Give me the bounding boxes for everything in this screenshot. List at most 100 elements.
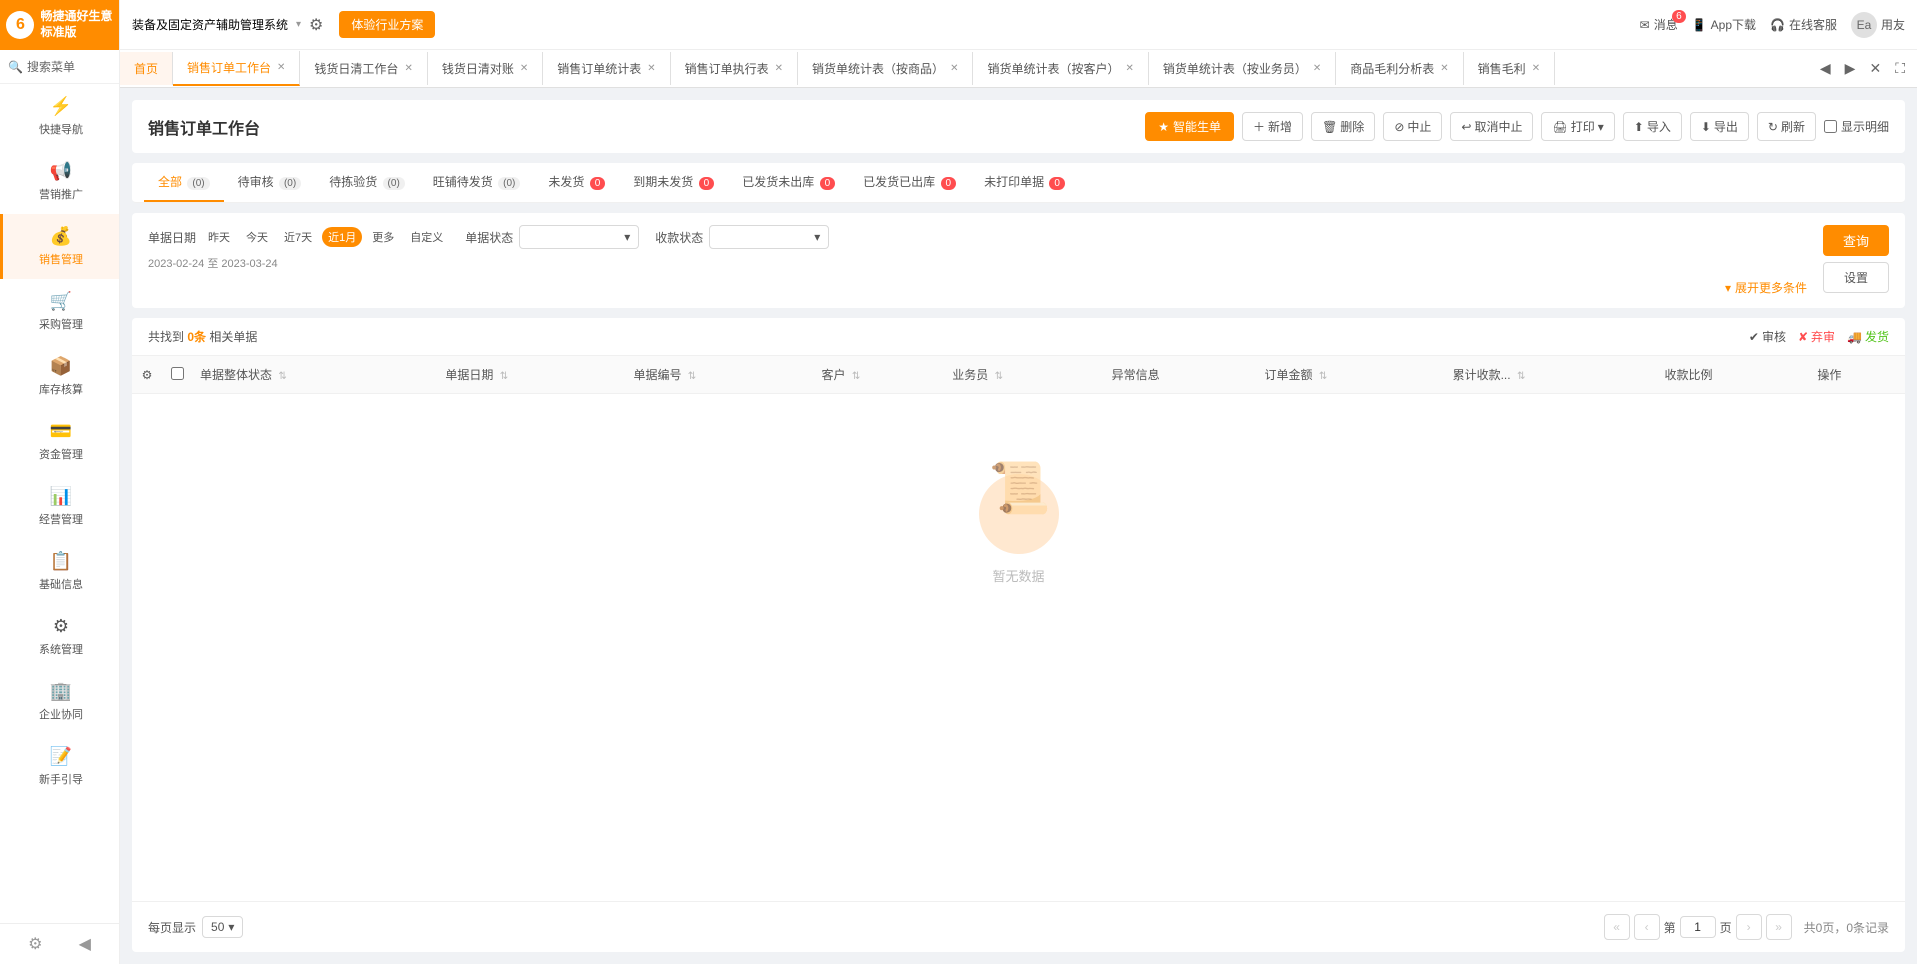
unreview-op-button[interactable]: ✘ 弃审	[1798, 328, 1835, 345]
tab-sales-order-stats[interactable]: 销售订单统计表 ✕	[543, 52, 670, 85]
solution-button[interactable]: 体验行业方案	[339, 11, 435, 38]
sidebar-item-sales[interactable]: 💰 销售管理	[0, 214, 119, 279]
tab-sales-order-execution[interactable]: 销售订单执行表 ✕	[671, 52, 798, 85]
tab-close-sales-stats-staff[interactable]: ✕	[1313, 63, 1321, 74]
topbar-gear-icon[interactable]: ⚙	[309, 15, 323, 35]
sub-tab-overdue-not-shipped[interactable]: 到期未发货 0	[619, 163, 728, 202]
tab-home[interactable]: 首页	[120, 52, 173, 85]
export-button[interactable]: ⬇ 导出	[1690, 112, 1749, 141]
sub-tab-shipped-not-out[interactable]: 已发货未出库 0	[728, 163, 849, 202]
review-op-button[interactable]: ✔ 审核	[1749, 328, 1786, 345]
refresh-button[interactable]: ↻ 刷新	[1757, 112, 1816, 141]
app-download-action[interactable]: 📱 App下载	[1692, 16, 1756, 33]
new-button[interactable]: ＋ 新增	[1242, 112, 1303, 141]
th-customer[interactable]: 客户 ⇅	[814, 356, 945, 394]
sidebar-item-inventory[interactable]: 📦 库存核算	[0, 344, 119, 409]
import-button[interactable]: ⬆ 导入	[1623, 112, 1682, 141]
first-page-button[interactable]: «	[1604, 914, 1630, 940]
smart-generate-button[interactable]: ★ 智能生单	[1145, 112, 1234, 141]
th-number[interactable]: 单据编号 ⇅	[625, 356, 813, 394]
collapse-icon[interactable]: ◀	[79, 934, 91, 954]
tab-close-sales-stats-customer[interactable]: ✕	[1125, 63, 1133, 74]
online-service-action[interactable]: 🎧 在线客服	[1770, 16, 1837, 33]
sub-tab-pending-inspect[interactable]: 待拣验货 (0)	[315, 163, 419, 202]
th-checkbox[interactable]	[162, 356, 192, 394]
sidebar-item-system[interactable]: ⚙ 系统管理	[0, 604, 119, 669]
tab-fullscreen-icon[interactable]: ⛶	[1891, 58, 1909, 79]
sidebar-item-enterprise[interactable]: 🏢 企业协同	[0, 669, 119, 734]
date-btn-custom[interactable]: 自定义	[404, 227, 449, 247]
query-button[interactable]: 查询	[1823, 225, 1889, 256]
last-page-button[interactable]: »	[1766, 914, 1792, 940]
sort-number-icon: ⇅	[688, 371, 696, 382]
delete-button[interactable]: 🗑 删除	[1311, 112, 1375, 141]
tab-close-sales-receivable[interactable]: ✕	[1532, 63, 1540, 74]
th-settings[interactable]: ⚙	[132, 356, 162, 394]
tab-sales-stats-product[interactable]: 销货单统计表（按商品） ✕	[798, 52, 973, 85]
tab-close-sales-order-workbench[interactable]: ✕	[277, 62, 285, 73]
tab-sales-receivable[interactable]: 销售毛利 ✕	[1464, 52, 1555, 85]
prev-page-button[interactable]: ‹	[1634, 914, 1660, 940]
sidebar-item-basic-info[interactable]: 📋 基础信息	[0, 539, 119, 604]
sidebar-item-quick-nav[interactable]: ⚡ 快捷导航	[0, 84, 119, 149]
show-detail-check[interactable]	[1824, 120, 1837, 133]
tab-close-sales-stats-product[interactable]: ✕	[950, 63, 958, 74]
page-size-selector: 每页显示 50 ▾	[148, 916, 243, 938]
tab-scroll-right-icon[interactable]: ▶	[1841, 58, 1860, 79]
tab-close-all-icon[interactable]: ✕	[1865, 58, 1885, 79]
date-btn-yesterday[interactable]: 昨天	[202, 227, 236, 247]
th-payment-ratio[interactable]: 收款比例	[1657, 356, 1810, 394]
sub-tab-not-printed[interactable]: 未打印单据 0	[970, 163, 1079, 202]
tab-sales-order-workbench[interactable]: 销售订单工作台 ✕	[173, 51, 300, 86]
th-amount[interactable]: 订单金额 ⇅	[1257, 356, 1445, 394]
date-btn-today[interactable]: 今天	[240, 227, 274, 247]
sub-tab-shipped-out[interactable]: 已发货已出库 0	[849, 163, 970, 202]
sidebar-item-guide[interactable]: 📝 新手引导	[0, 734, 119, 799]
status-select[interactable]: ▾	[519, 225, 639, 249]
date-btn-1month[interactable]: 近1月	[322, 227, 362, 247]
payment-select[interactable]: ▾	[709, 225, 829, 249]
search-menu[interactable]: 🔍 搜索菜单	[0, 50, 119, 84]
page-number-input[interactable]	[1680, 916, 1716, 938]
ship-op-button[interactable]: 🚚 发货	[1847, 328, 1889, 345]
show-detail-checkbox[interactable]: 显示明细	[1824, 118, 1889, 135]
sidebar-item-purchase[interactable]: 🛒 采购管理	[0, 279, 119, 344]
tab-gross-profit[interactable]: 商品毛利分析表 ✕	[1336, 52, 1463, 85]
page-size-dropdown[interactable]: 50 ▾	[202, 916, 243, 938]
select-all-checkbox[interactable]	[171, 367, 184, 380]
print-button[interactable]: 🖨 打印 ▾	[1541, 112, 1614, 141]
messages-action[interactable]: ✉ 消息 6	[1640, 16, 1678, 33]
next-page-button[interactable]: ›	[1736, 914, 1762, 940]
sub-tab-pending-review[interactable]: 待审核 (0)	[224, 163, 316, 202]
sidebar-item-finance[interactable]: 💳 资金管理	[0, 409, 119, 474]
sub-tab-all[interactable]: 全部 (0)	[144, 163, 224, 202]
app-logo: 6 畅捷通好生意 标准版	[0, 0, 119, 50]
tab-cash-goods-reconcile[interactable]: 钱货日清对账 ✕	[428, 52, 543, 85]
date-btn-7days[interactable]: 近7天	[278, 227, 318, 247]
expand-conditions-button[interactable]: ▾ 展开更多条件	[1725, 279, 1807, 296]
user-menu[interactable]: Ea 用友	[1851, 12, 1905, 38]
tab-cash-daily[interactable]: 钱货日清工作台 ✕	[300, 52, 427, 85]
tab-close-cash-daily[interactable]: ✕	[404, 63, 412, 74]
sidebar-item-marketing[interactable]: 📢 营销推广	[0, 149, 119, 214]
stop-button[interactable]: ⊘ 中止	[1383, 112, 1442, 141]
tab-close-sales-order-stats[interactable]: ✕	[647, 63, 655, 74]
th-date[interactable]: 单据日期 ⇅	[437, 356, 625, 394]
tab-scroll-left-icon[interactable]: ◀	[1816, 58, 1835, 79]
cancel-stop-button[interactable]: ↩ 取消中止	[1450, 112, 1533, 141]
sub-tab-not-shipped[interactable]: 未发货 0	[534, 163, 619, 202]
settings-icon[interactable]: ⚙	[28, 934, 42, 954]
th-overall-status[interactable]: 单据整体状态 ⇅	[192, 356, 437, 394]
tab-sales-stats-staff[interactable]: 销货单统计表（按业务员） ✕	[1149, 52, 1336, 85]
sidebar-item-operations[interactable]: 📊 经营管理	[0, 474, 119, 539]
th-salesperson[interactable]: 业务员 ⇅	[944, 356, 1103, 394]
date-btn-more[interactable]: 更多	[366, 227, 400, 247]
tab-sales-stats-customer[interactable]: 销货单统计表（按客户） ✕	[973, 52, 1148, 85]
tab-close-gross-profit[interactable]: ✕	[1440, 63, 1448, 74]
filter-settings-button[interactable]: 设置	[1823, 262, 1889, 293]
tab-close-sales-order-execution[interactable]: ✕	[775, 63, 783, 74]
sub-tab-wangpu-pending[interactable]: 旺铺待发货 (0)	[419, 163, 535, 202]
th-abnormal[interactable]: 异常信息	[1104, 356, 1257, 394]
th-received[interactable]: 累计收款... ⇅	[1445, 356, 1657, 394]
tab-close-cash-goods-reconcile[interactable]: ✕	[520, 63, 528, 74]
